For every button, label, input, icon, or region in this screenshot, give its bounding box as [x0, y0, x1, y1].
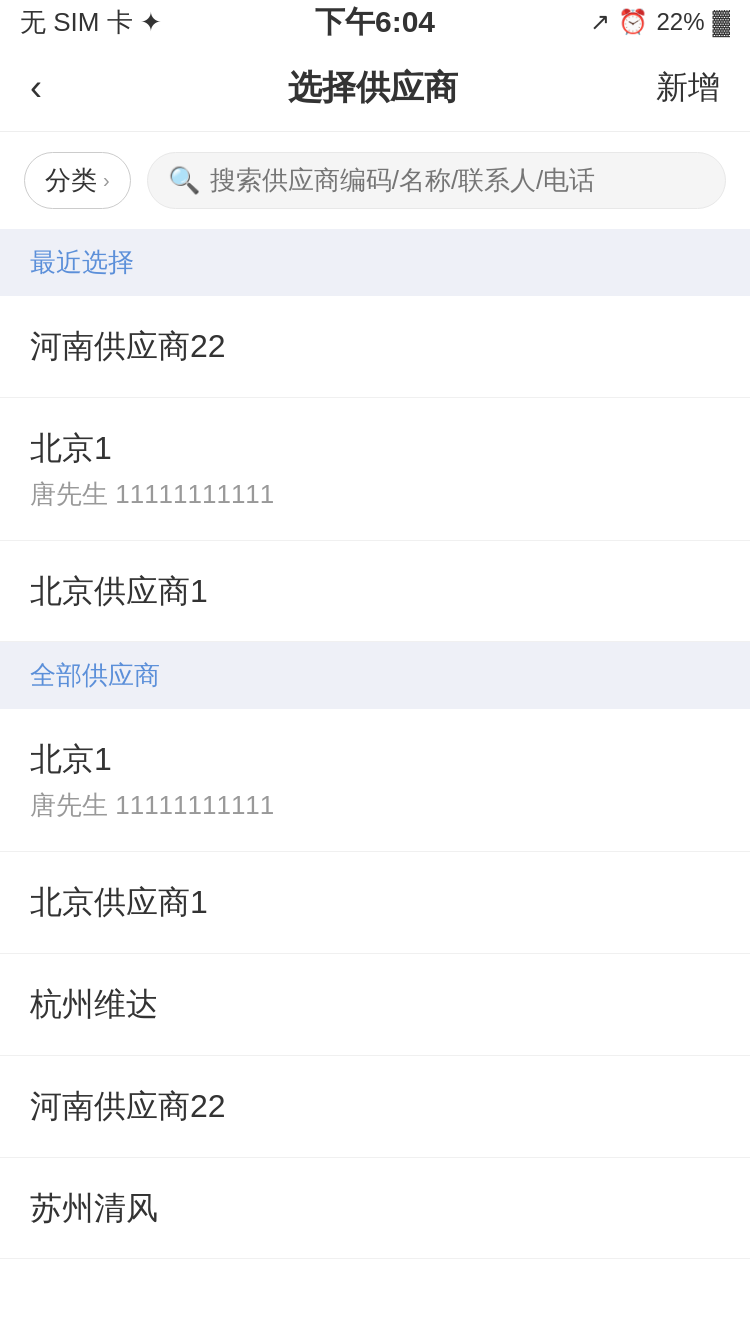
battery-status: 22% — [656, 8, 704, 36]
all-section-label: 全部供应商 — [30, 660, 160, 690]
list-item[interactable]: 苏州清风 — [0, 1158, 750, 1260]
category-label: 分类 — [45, 163, 97, 198]
item-name: 河南供应商22 — [30, 324, 720, 369]
list-item[interactable]: 北京供应商1 — [0, 852, 750, 954]
all-items-list: 北京1 唐先生 11111111111 北京供应商1 杭州维达河南供应商22 苏州清风 — [0, 709, 750, 1259]
page-title: 选择供应商 — [288, 65, 458, 111]
status-right: ↗ ⏰ 22% ▓ — [590, 8, 730, 36]
filter-bar: 分类 › 🔍 — [0, 132, 750, 229]
recent-section-label: 最近选择 — [30, 247, 134, 277]
list-item[interactable]: 河南供应商22 — [0, 296, 750, 398]
nav-bar: ‹ 选择供应商 新增 — [0, 44, 750, 132]
list-item[interactable]: 杭州维达 — [0, 954, 750, 1056]
item-name: 杭州维达 — [30, 982, 720, 1027]
search-input[interactable] — [210, 165, 705, 196]
search-icon: 🔍 — [168, 165, 200, 196]
recent-section-header: 最近选择 — [0, 229, 750, 296]
add-button[interactable]: 新增 — [656, 66, 720, 110]
list-item[interactable]: 北京1 唐先生 11111111111 — [0, 709, 750, 852]
item-name: 北京供应商1 — [30, 569, 720, 614]
status-time: 下午6:04 — [315, 2, 435, 43]
location-icon: ↗ — [590, 8, 610, 36]
search-bar: 🔍 — [147, 152, 726, 209]
sim-status: 无 SIM 卡 ✦ — [20, 5, 162, 40]
item-name: 河南供应商22 — [30, 1084, 720, 1129]
battery-icon: ▓ — [713, 8, 731, 36]
back-button[interactable]: ‹ — [30, 67, 90, 109]
alarm-icon: ⏰ — [618, 8, 648, 36]
item-sub: 唐先生 11111111111 — [30, 477, 720, 512]
item-sub: 唐先生 11111111111 — [30, 788, 720, 823]
all-section-header: 全部供应商 — [0, 642, 750, 709]
chevron-right-icon: › — [103, 169, 110, 192]
list-item[interactable]: 北京供应商1 — [0, 541, 750, 643]
recent-items-list: 河南供应商22 北京1 唐先生 11111111111 北京供应商1 — [0, 296, 750, 642]
status-left: 无 SIM 卡 ✦ — [20, 5, 162, 40]
list-item[interactable]: 北京1 唐先生 11111111111 — [0, 398, 750, 541]
item-name: 苏州清风 — [30, 1186, 720, 1231]
status-bar: 无 SIM 卡 ✦ 下午6:04 ↗ ⏰ 22% ▓ — [0, 0, 750, 44]
list-item[interactable]: 河南供应商22 — [0, 1056, 750, 1158]
item-name: 北京供应商1 — [30, 880, 720, 925]
item-name: 北京1 — [30, 426, 720, 471]
category-filter[interactable]: 分类 › — [24, 152, 131, 209]
item-name: 北京1 — [30, 737, 720, 782]
